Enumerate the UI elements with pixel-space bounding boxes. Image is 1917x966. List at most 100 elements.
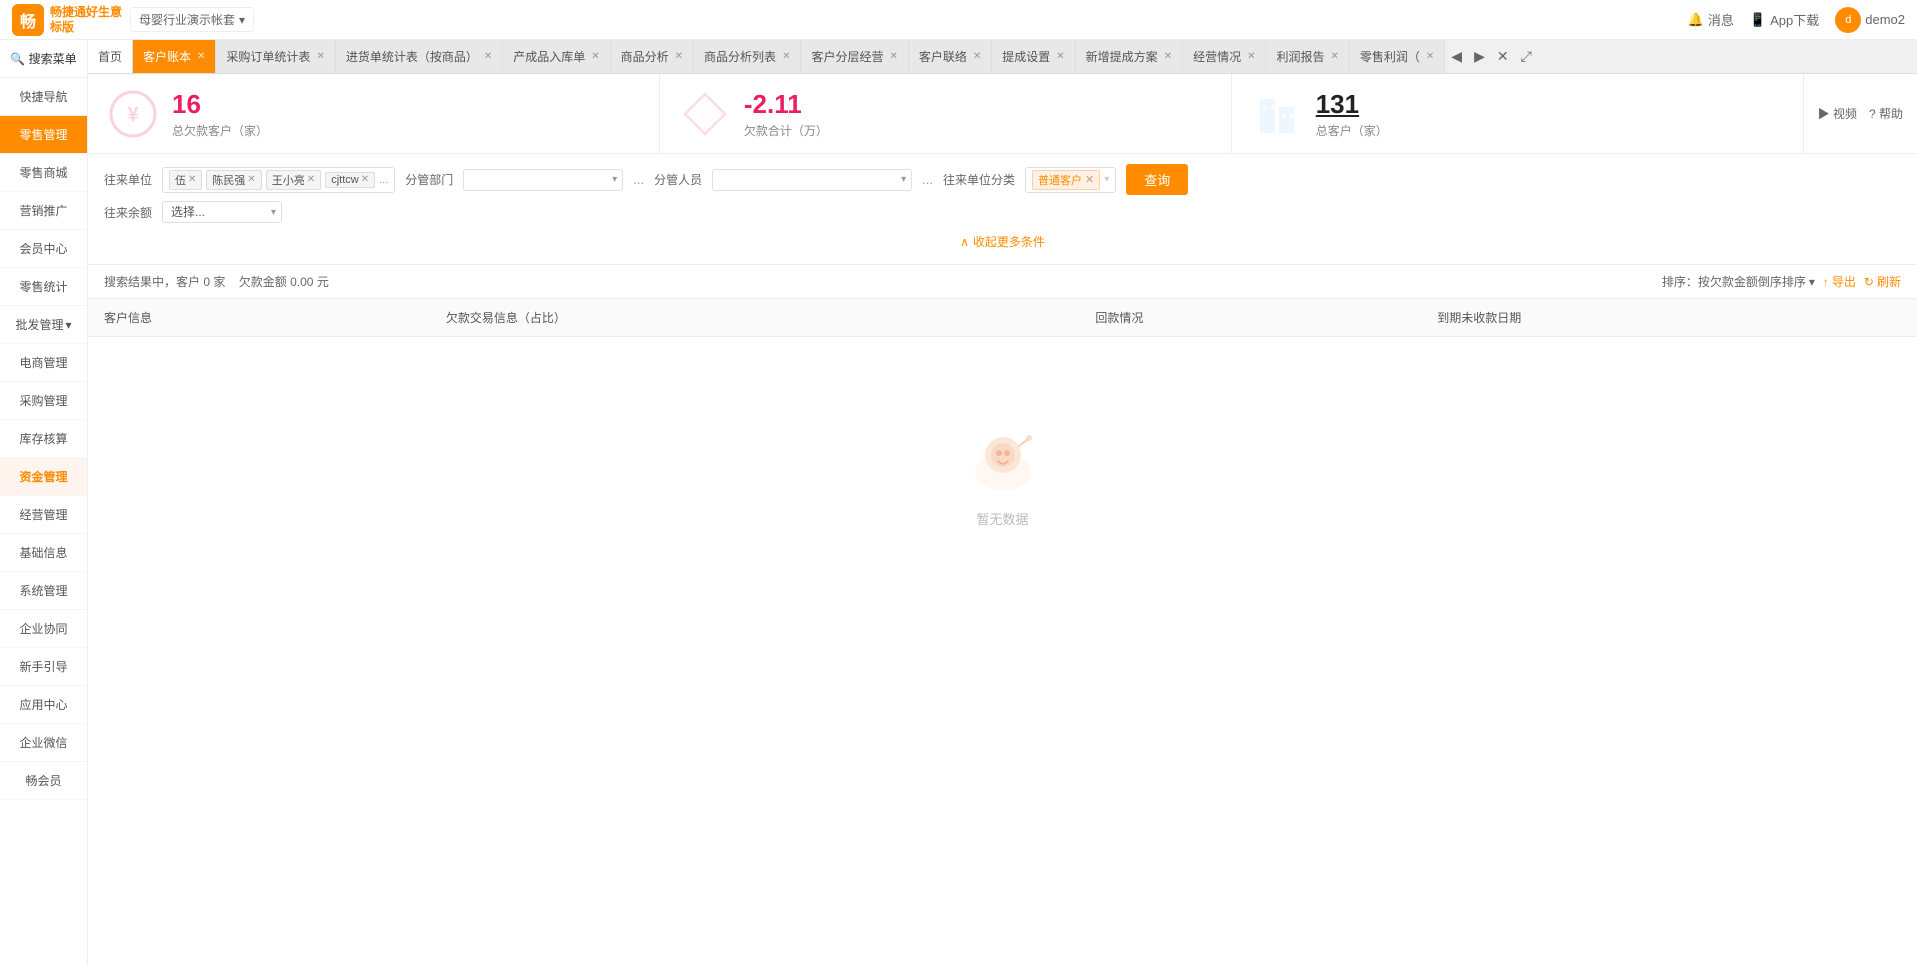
empty-illustration [963,417,1043,497]
filter-balance-select[interactable]: 选择... [162,201,282,223]
tab-purchase-order-stats[interactable]: 采购订单统计表 ✕ [216,40,335,74]
sidebar-nav[interactable]: 快捷导航 [0,78,87,116]
tab-close-profit[interactable]: ✕ [1331,51,1339,62]
filter-more-tags[interactable]: ... [379,174,388,186]
tab-nav-close-all[interactable]: ✕ [1491,48,1515,65]
tab-add-commission[interactable]: 新增提成方案 ✕ [1076,40,1183,74]
tab-close-contact[interactable]: ✕ [973,51,981,62]
tab-profit-report[interactable]: 利润报告 ✕ [1266,40,1349,74]
chevron-up-icon: ∧ [960,235,969,249]
tab-close-product-list[interactable]: ✕ [782,51,790,62]
diamond-icon [680,89,730,139]
video-help-btn[interactable]: ▶ 视频 [1818,105,1857,122]
stat-number-total: 131 [1316,89,1388,120]
tab-close-add-commission[interactable]: ✕ [1164,51,1172,62]
demo-selector[interactable]: 母婴行业演示帐套 ▾ [130,7,254,32]
tab-close-inbound[interactable]: ✕ [591,51,599,62]
sidebar-item-retail-mgmt[interactable]: 零售管理 [0,116,87,154]
sidebar-search[interactable]: 🔍 搜索菜单 [0,40,87,78]
stats-row: ¥ 16 总欠款客户（家） [88,74,1917,154]
filter-row-2: 往来余额 选择... [104,201,1901,223]
stats-row-right: ▶ 视频 ? 帮助 [1804,74,1917,153]
tab-customer-ledger[interactable]: 客户账本 ✕ [133,40,216,74]
filter-dept-input[interactable] [463,169,623,191]
messages-btn[interactable]: 🔔 消息 [1688,10,1734,29]
sidebar-item-wholesale[interactable]: 批发管理 ▾ [0,306,87,344]
user-menu[interactable]: d demo2 [1835,7,1905,33]
sidebar-item-member[interactable]: 会员中心 [0,230,87,268]
sidebar-item-system[interactable]: 系统管理 [0,572,87,610]
sidebar-item-retail-stats[interactable]: 零售统计 [0,268,87,306]
remove-tag-wang[interactable]: ✕ [307,174,315,185]
play-icon: ▶ [1818,107,1830,121]
sidebar-item-wechat[interactable]: 企业微信 [0,724,87,762]
chevron-down-icon-unit-class: ▾ [1104,174,1109,185]
filter-person-input[interactable] [712,169,912,191]
sidebar-item-marketing[interactable]: 营销推广 [0,192,87,230]
export-button[interactable]: ↑ 导出 [1823,273,1856,290]
svg-text:¥: ¥ [127,104,139,126]
tab-customer-contact[interactable]: 客户联络 ✕ [909,40,992,74]
col-customer-info: 客户信息 [88,299,430,337]
sort-button[interactable]: 排序：按欠款金额倒序排序 ▾ [1662,273,1815,290]
remove-tag-wu[interactable]: ✕ [188,174,196,185]
col-due-date: 到期未收款日期 [1421,299,1917,337]
help-btn[interactable]: ? 帮助 [1869,105,1903,122]
tab-expand-btn[interactable]: ⤢ [1515,48,1538,65]
table-toolbar-left: 搜索结果中，客户 0 家 欠款金额 0.00 元 [104,273,329,290]
tab-retail-profit[interactable]: 零售利润（ ✕ [1350,40,1445,74]
remove-tag-cjttcw[interactable]: ✕ [361,174,369,185]
sidebar-item-inventory[interactable]: 库存核算 [0,420,87,458]
filter-unit-class-tag: 普通客户 ✕ [1032,170,1100,190]
sidebar-item-purchase[interactable]: 采购管理 [0,382,87,420]
refresh-button[interactable]: ↻ 刷新 [1864,273,1901,290]
sidebar-item-newbie[interactable]: 新手引导 [0,648,87,686]
app-download-btn[interactable]: 📱 App下载 [1750,10,1819,29]
filter-tag-cjttcw: cjttcw ✕ [325,172,375,188]
tab-close-tier[interactable]: ✕ [889,51,897,62]
tab-close-customer-ledger[interactable]: ✕ [197,51,205,62]
tab-close-retail-profit[interactable]: ✕ [1426,51,1434,62]
filter-tag-wang: 王小亮 ✕ [266,170,321,190]
tab-close-operations[interactable]: ✕ [1247,51,1255,62]
remove-tag-chen[interactable]: ✕ [247,174,255,185]
col-debt-info: 欠款交易信息（占比） [430,299,1080,337]
filter-dept-dots[interactable]: ... [633,172,644,187]
sidebar-item-basic-info[interactable]: 基础信息 [0,534,87,572]
tab-product-inbound[interactable]: 产成品入库单 ✕ [503,40,610,74]
collapse-button[interactable]: ∧ 收起更多条件 [960,233,1045,250]
logo-icon: 畅 [12,4,44,36]
tab-product-analysis-list[interactable]: 商品分析列表 ✕ [694,40,801,74]
sidebar-item-operations[interactable]: 经营管理 [0,496,87,534]
sidebar-item-member2[interactable]: 畅会员 [0,762,87,800]
top-bar: 畅 畅捷通好生意 标版 母婴行业演示帐套 ▾ 🔔 消息 📱 App下载 d de… [0,0,1917,40]
sidebar-item-finance[interactable]: 资金管理 [0,458,87,496]
sidebar-item-enterprise[interactable]: 企业协同 [0,610,87,648]
tab-nav-next[interactable]: ▶ [1468,48,1491,65]
search-icon: 🔍 [10,52,25,66]
filter-person-dots[interactable]: ... [922,172,933,187]
tab-close-purchase-product[interactable]: ✕ [484,51,492,62]
query-button[interactable]: 查询 [1126,164,1188,195]
sidebar-item-retail-mall[interactable]: 零售商城 [0,154,87,192]
tab-close-commission[interactable]: ✕ [1056,51,1064,62]
filter-dept-wrap [463,169,623,191]
logo-area: 畅 畅捷通好生意 标版 [12,4,122,36]
empty-state: 暂无数据 [88,337,1917,608]
tab-purchase-by-product[interactable]: 进货单统计表（按商品） ✕ [336,40,503,74]
sidebar-item-app-center[interactable]: 应用中心 [0,686,87,724]
logo-text: 畅捷通好生意 标版 [50,5,122,34]
tab-operations[interactable]: 经营情况 ✕ [1183,40,1266,74]
tab-nav-prev[interactable]: ◀ [1445,48,1468,65]
tab-commission-settings[interactable]: 提成设置 ✕ [992,40,1075,74]
tab-close-purchase[interactable]: ✕ [316,51,324,62]
export-icon: ↑ [1823,275,1829,289]
tab-customer-tier[interactable]: 客户分层经营 ✕ [801,40,908,74]
sidebar-item-ecommerce[interactable]: 电商管理 [0,344,87,382]
tab-product-analysis[interactable]: 商品分析 ✕ [611,40,694,74]
tab-home[interactable]: 首页 [88,40,133,74]
filter-balance-label: 往来余额 [104,204,152,221]
tab-close-product-analysis[interactable]: ✕ [675,51,683,62]
remove-unit-class-tag[interactable]: ✕ [1085,173,1094,186]
main-layout: 🔍 搜索菜单 快捷导航 零售管理 零售商城 营销推广 会员中心 零售统计 批发管… [0,40,1917,966]
